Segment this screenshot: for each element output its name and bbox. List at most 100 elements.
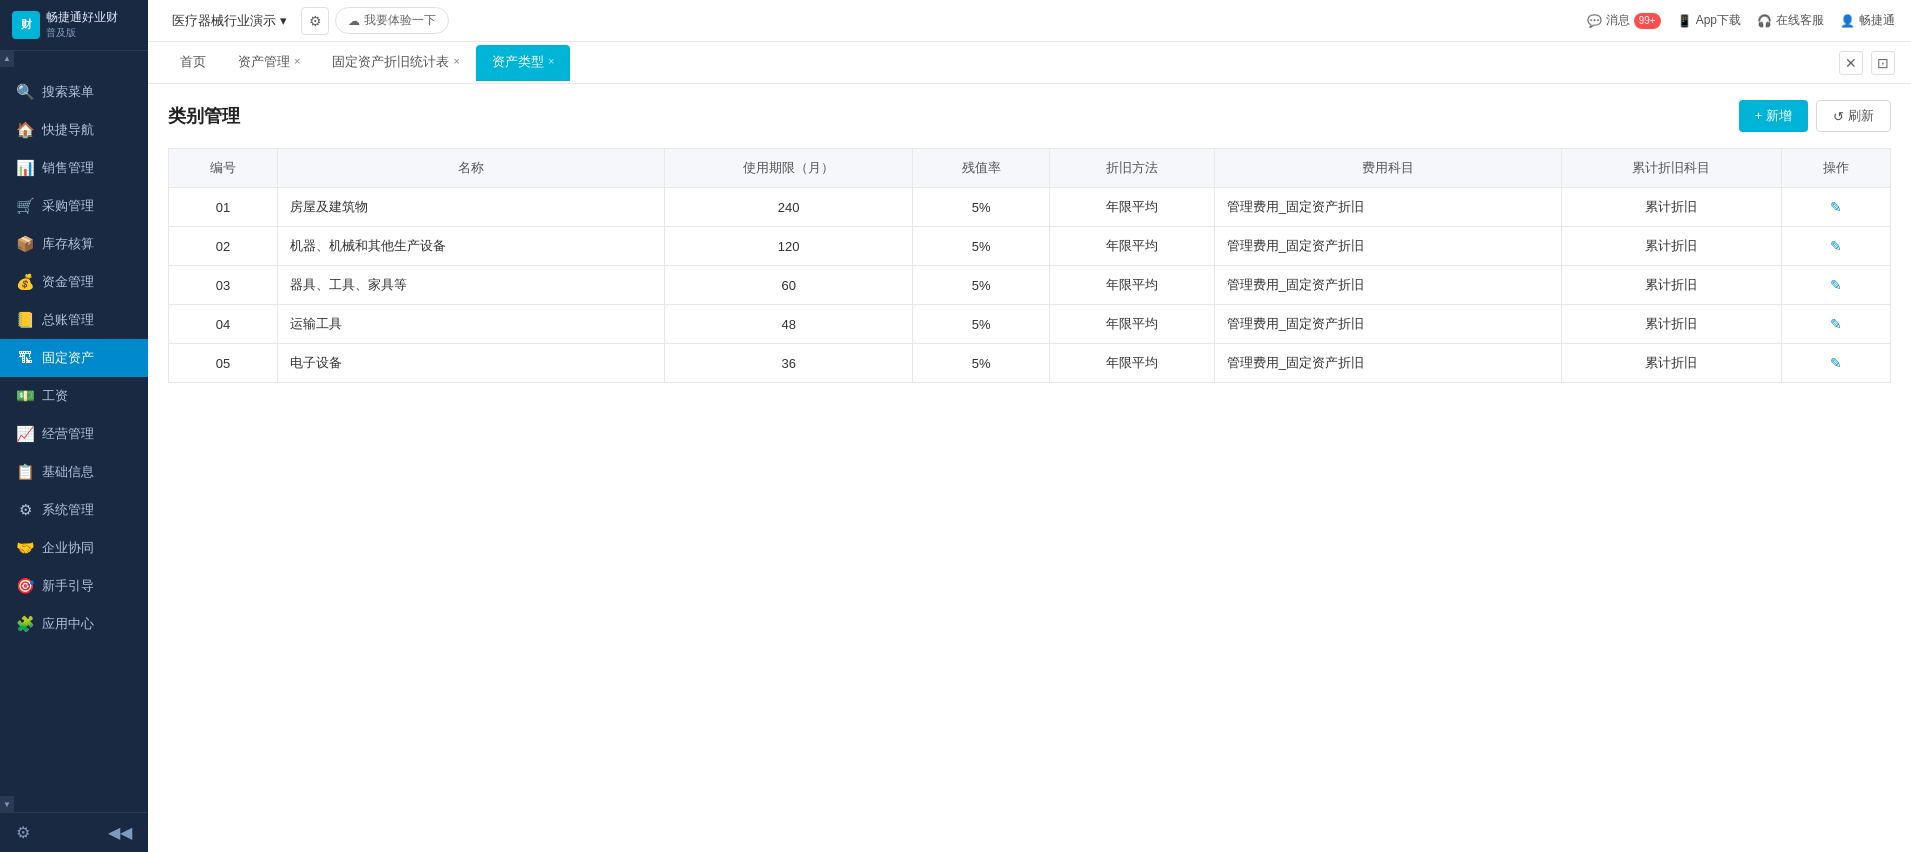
nav-icon-operations: 📈 — [16, 425, 34, 443]
settings-icon[interactable]: ⚙ — [16, 823, 30, 842]
tab-close-fixed-asset-table[interactable]: × — [453, 56, 459, 67]
cell-code: 04 — [169, 305, 278, 344]
table-column-header: 操作 — [1781, 149, 1890, 188]
cell-period: 240 — [665, 188, 913, 227]
user-icon: 👤 — [1840, 14, 1855, 28]
cell-residual: 5% — [913, 305, 1050, 344]
nav-icon-enterprise: 🤝 — [16, 539, 34, 557]
sidebar: 财 畅捷通好业财 普及版 ▲ 🔍 搜索菜单 🏠 快捷导航 📊 销售管理 🛒 采购… — [0, 0, 148, 852]
table-column-header: 使用期限（月） — [665, 149, 913, 188]
sidebar-item-finance[interactable]: 💰 资金管理 — [0, 263, 148, 301]
cell-period: 60 — [665, 266, 913, 305]
cell-residual: 5% — [913, 227, 1050, 266]
cell-accumulated: 累计折旧 — [1561, 266, 1781, 305]
cell-edit[interactable]: ✎ — [1781, 227, 1890, 266]
messages-button[interactable]: 💬 消息 99+ — [1587, 12, 1661, 29]
tabbar: 首页资产管理× 固定资产折旧统计表 × 资产类型 × ✕ ⊡ — [148, 42, 1911, 84]
sidebar-footer: ⚙ ◀◀ — [0, 812, 148, 852]
cell-expense: 管理费用_固定资产折旧 — [1214, 305, 1561, 344]
sidebar-item-operations[interactable]: 📈 经营管理 — [0, 415, 148, 453]
sidebar-scroll-down[interactable]: ▼ — [0, 796, 14, 812]
cell-accumulated: 累计折旧 — [1561, 344, 1781, 383]
user-label: 畅捷通 — [1859, 12, 1895, 29]
service-icon: 🎧 — [1757, 14, 1772, 28]
close-window-button[interactable]: ✕ — [1839, 51, 1863, 75]
chevron-down-icon: ▾ — [280, 13, 287, 28]
sidebar-item-sys-mgmt[interactable]: ⚙ 系统管理 — [0, 491, 148, 529]
sidebar-scroll-up[interactable]: ▲ — [0, 51, 14, 67]
edit-icon[interactable]: ✎ — [1830, 316, 1842, 332]
main-area: 医疗器械行业演示 ▾ ⚙ ☁ 我要体验一下 💬 消息 99+ 📱 App下载 — [148, 0, 1911, 852]
refresh-button[interactable]: ↺ 刷新 — [1816, 100, 1891, 132]
tab-label-asset-type: 资产类型 — [492, 53, 544, 71]
edit-icon[interactable]: ✎ — [1830, 199, 1842, 215]
sidebar-item-salary[interactable]: 💵 工资 — [0, 377, 148, 415]
sidebar-item-basic-info[interactable]: 📋 基础信息 — [0, 453, 148, 491]
cell-edit[interactable]: ✎ — [1781, 305, 1890, 344]
edit-icon[interactable]: ✎ — [1830, 238, 1842, 254]
app-download-label: App下载 — [1696, 12, 1741, 29]
tab-close-asset-mgmt[interactable]: × — [294, 56, 300, 67]
edit-icon[interactable]: ✎ — [1830, 277, 1842, 293]
sidebar-item-inventory[interactable]: 📦 库存核算 — [0, 225, 148, 263]
nav-icon-basic-info: 📋 — [16, 463, 34, 481]
nav-label-basic-info: 基础信息 — [42, 463, 94, 481]
sidebar-item-ledger[interactable]: 📒 总账管理 — [0, 301, 148, 339]
sidebar-item-search[interactable]: 🔍 搜索菜单 — [0, 73, 148, 111]
table-row: 01房屋及建筑物2405%年限平均管理费用_固定资产折旧累计折旧✎ — [169, 188, 1891, 227]
table-column-header: 折旧方法 — [1050, 149, 1215, 188]
messages-badge: 99+ — [1634, 13, 1661, 29]
sidebar-item-quick-nav[interactable]: 🏠 快捷导航 — [0, 111, 148, 149]
nav-label-quick-nav: 快捷导航 — [42, 121, 94, 139]
maximize-window-button[interactable]: ⊡ — [1871, 51, 1895, 75]
tab-fixed-asset-table[interactable]: 固定资产折旧统计表 × — [316, 45, 475, 81]
company-settings-button[interactable]: ⚙ — [301, 7, 329, 35]
tab-home[interactable]: 首页 — [164, 45, 222, 81]
topbar-right: 💬 消息 99+ 📱 App下载 🎧 在线客服 👤 畅捷通 — [1587, 12, 1895, 29]
cell-edit[interactable]: ✎ — [1781, 188, 1890, 227]
tab-label-home: 首页 — [180, 53, 206, 71]
header-row: 编号名称使用期限（月）残值率折旧方法费用科目累计折旧科目操作 — [169, 149, 1891, 188]
page-title: 类别管理 — [168, 104, 240, 128]
cell-edit[interactable]: ✎ — [1781, 266, 1890, 305]
cell-period: 36 — [665, 344, 913, 383]
edit-icon[interactable]: ✎ — [1830, 355, 1842, 371]
cell-name: 运输工具 — [278, 305, 665, 344]
tab-label-fixed-asset-table: 固定资产折旧统计表 — [332, 53, 449, 71]
tab-close-asset-type[interactable]: × — [548, 56, 554, 67]
tab-asset-type[interactable]: 资产类型 × — [476, 45, 570, 81]
cell-accumulated: 累计折旧 — [1561, 305, 1781, 344]
cell-code: 02 — [169, 227, 278, 266]
cell-expense: 管理费用_固定资产折旧 — [1214, 188, 1561, 227]
experience-button[interactable]: ☁ 我要体验一下 — [335, 7, 449, 34]
company-selector[interactable]: 医疗器械行业演示 ▾ — [164, 8, 295, 34]
collapse-icon[interactable]: ◀◀ — [108, 823, 132, 842]
sidebar-item-enterprise[interactable]: 🤝 企业协同 — [0, 529, 148, 567]
sidebar-item-fixed-assets[interactable]: 🏗 固定资产 — [0, 339, 148, 377]
nav-icon-sys-mgmt: ⚙ — [16, 501, 34, 519]
nav-label-purchase: 采购管理 — [42, 197, 94, 215]
refresh-label: 刷新 — [1848, 107, 1874, 125]
nav-icon-finance: 💰 — [16, 273, 34, 291]
new-button[interactable]: + 新增 — [1739, 100, 1808, 132]
sidebar-item-purchase[interactable]: 🛒 采购管理 — [0, 187, 148, 225]
tab-asset-mgmt[interactable]: 资产管理× — [222, 45, 316, 81]
window-controls: ✕ ⊡ — [1839, 51, 1895, 75]
nav-label-sales: 销售管理 — [42, 159, 94, 177]
table-row: 03器具、工具、家具等605%年限平均管理费用_固定资产折旧累计折旧✎ — [169, 266, 1891, 305]
cell-edit[interactable]: ✎ — [1781, 344, 1890, 383]
sidebar-item-app-center[interactable]: 🧩 应用中心 — [0, 605, 148, 643]
gear-icon: ⚙ — [309, 13, 322, 29]
table-body: 01房屋及建筑物2405%年限平均管理费用_固定资产折旧累计折旧✎02机器、机械… — [169, 188, 1891, 383]
user-menu[interactable]: 👤 畅捷通 — [1840, 12, 1895, 29]
sidebar-item-guide[interactable]: 🎯 新手引导 — [0, 567, 148, 605]
table-header: 编号名称使用期限（月）残值率折旧方法费用科目累计折旧科目操作 — [169, 149, 1891, 188]
nav-icon-fixed-assets: 🏗 — [16, 349, 34, 367]
topbar-left: 医疗器械行业演示 ▾ ⚙ ☁ 我要体验一下 — [164, 7, 1577, 35]
cell-method: 年限平均 — [1050, 305, 1215, 344]
sidebar-item-sales[interactable]: 📊 销售管理 — [0, 149, 148, 187]
nav-label-app-center: 应用中心 — [42, 615, 94, 633]
cell-method: 年限平均 — [1050, 344, 1215, 383]
app-download-button[interactable]: 📱 App下载 — [1677, 12, 1741, 29]
online-service-button[interactable]: 🎧 在线客服 — [1757, 12, 1824, 29]
